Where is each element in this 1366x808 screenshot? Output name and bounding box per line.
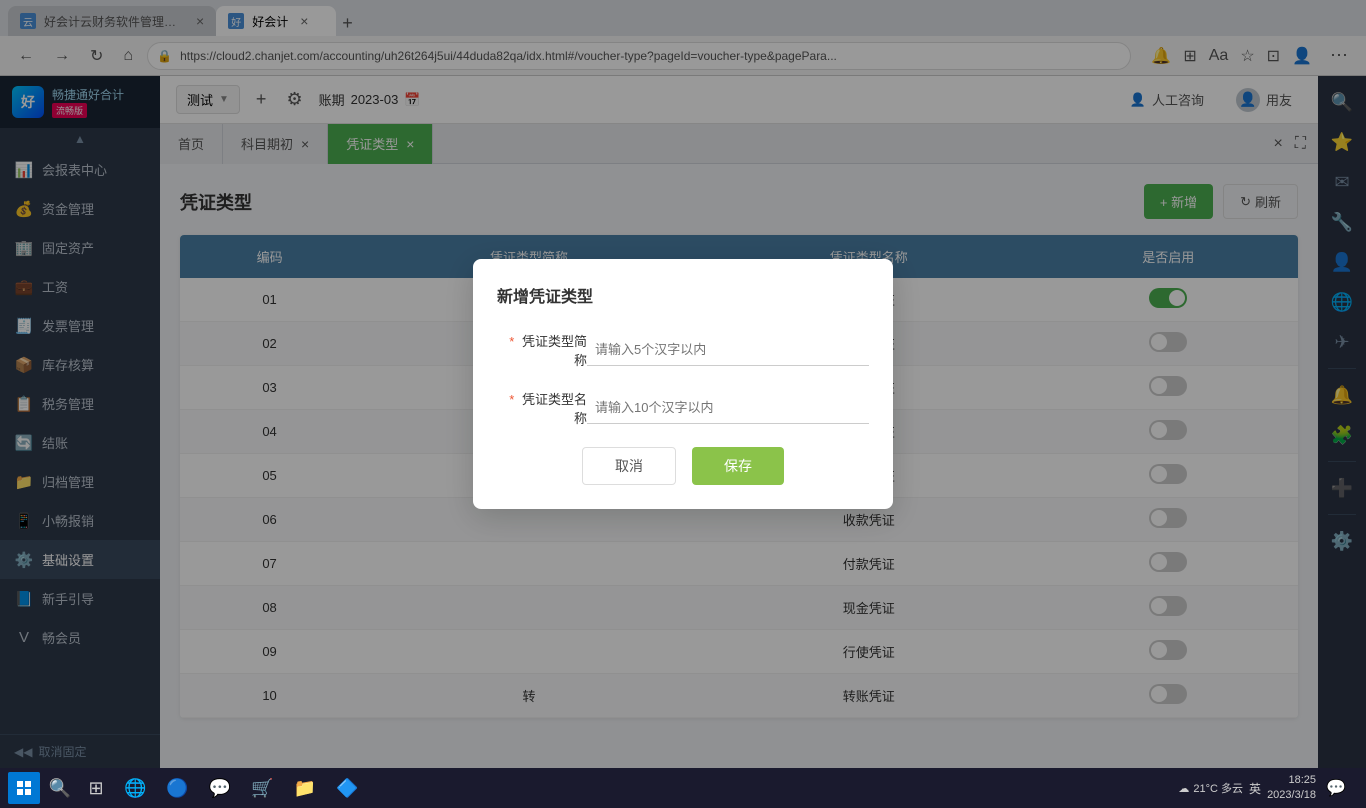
taskbar-wechat[interactable]: 💬 [201, 772, 239, 804]
field-name-input[interactable] [587, 392, 869, 424]
form-label-short: * 凭证类型简称 [497, 331, 587, 369]
dialog-overlay: 新增凭证类型 * 凭证类型简称 * 凭证类型名称 取消 保存 [0, 0, 1366, 768]
dialog-new-voucher: 新增凭证类型 * 凭证类型简称 * 凭证类型名称 取消 保存 [473, 259, 893, 509]
taskbar-chrome[interactable]: 🔵 [158, 772, 196, 804]
taskbar-lang: 英 [1249, 780, 1261, 797]
taskbar: 🔍 ⊞ 🌐 🔵 💬 🛒 📁 🔷 ☁ 21°C 多云 英 18:25 2023/3… [0, 768, 1366, 808]
field-short-input[interactable] [587, 334, 869, 366]
taskbar-clock: 18:25 2023/3/18 [1267, 773, 1316, 804]
taskbar-edge2[interactable]: 🔷 [328, 772, 366, 804]
taskbar-search[interactable]: 🔍 [44, 772, 76, 804]
cancel-button[interactable]: 取消 [582, 447, 676, 485]
taskbar-explorer[interactable]: 📁 [286, 772, 324, 804]
taskbar-task-view[interactable]: ⊞ [80, 772, 112, 804]
start-button[interactable] [8, 772, 40, 804]
form-row-name: * 凭证类型名称 [497, 389, 869, 427]
dialog-actions: 取消 保存 [497, 447, 869, 485]
form-row-short: * 凭证类型简称 [497, 331, 869, 369]
clock-time: 18:25 [1267, 773, 1316, 788]
dialog-title: 新增凭证类型 [497, 283, 869, 307]
clock-date: 2023/3/18 [1267, 788, 1316, 803]
weather-info: ☁ 21°C 多云 [1178, 780, 1243, 796]
required-icon-2: * [509, 392, 514, 407]
field-name-label: 凭证类型名称 [522, 392, 587, 426]
notification-button[interactable]: 💬 [1322, 774, 1350, 802]
save-button[interactable]: 保存 [692, 447, 784, 485]
taskbar-store[interactable]: 🛒 [243, 772, 281, 804]
required-icon-1: * [509, 334, 514, 349]
weather-icon: ☁ [1178, 782, 1189, 795]
taskbar-edge[interactable]: 🌐 [116, 772, 154, 804]
taskbar-systray: ☁ 21°C 多云 英 18:25 2023/3/18 💬 [1170, 773, 1358, 804]
form-label-name: * 凭证类型名称 [497, 389, 587, 427]
field-short-label: 凭证类型简称 [522, 334, 587, 368]
weather-text: 21°C 多云 [1193, 780, 1243, 796]
